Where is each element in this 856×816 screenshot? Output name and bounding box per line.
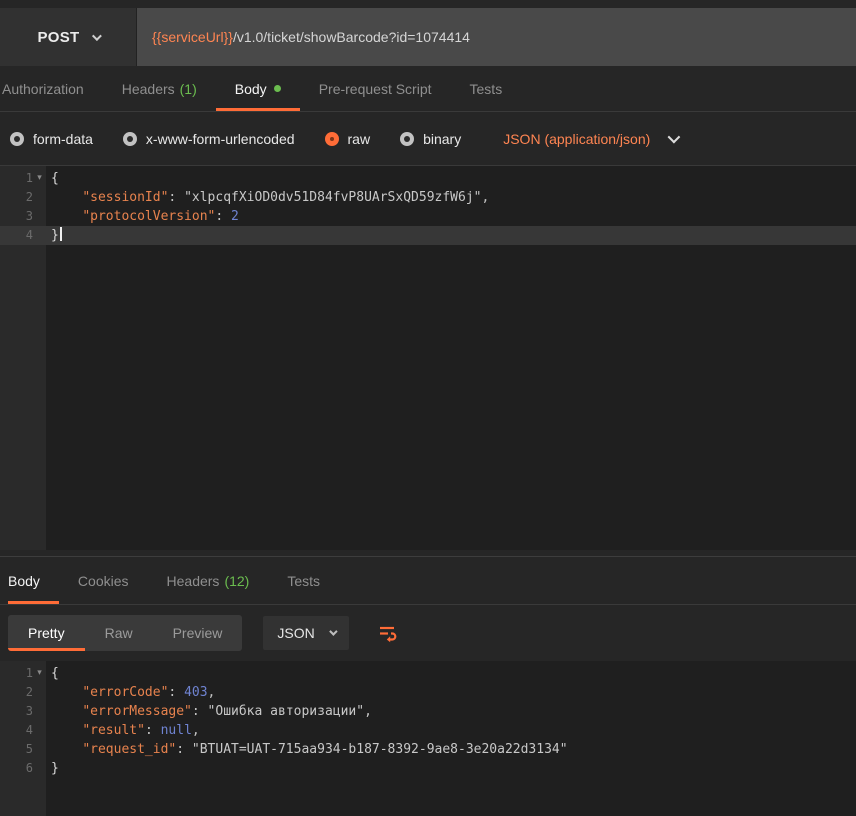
url-variable: {{serviceUrl}}	[152, 29, 233, 45]
code-line[interactable]: 3 "protocolVersion": 2	[0, 207, 856, 226]
code-text: }	[51, 761, 59, 776]
code-line[interactable]: 6}	[0, 759, 856, 778]
text-caret	[59, 227, 62, 241]
response-toolbar: Pretty Raw Preview JSON	[0, 605, 856, 661]
line-number-gutter: 1 ▾	[0, 169, 46, 188]
response-tab-cookies[interactable]: Cookies	[59, 557, 148, 604]
url-input[interactable]: {{serviceUrl}}/v1.0/ticket/showBarcode?i…	[137, 8, 856, 66]
response-headers-count-badge: (12)	[224, 572, 250, 589]
tab-headers[interactable]: Headers (1)	[103, 66, 216, 111]
radio-raw[interactable]: raw	[324, 131, 370, 147]
tab-label: Authorization	[2, 80, 84, 97]
code-text: }	[46, 226, 856, 245]
tab-tests[interactable]: Tests	[451, 66, 522, 111]
chevron-down-icon	[667, 130, 681, 144]
response-tab-tests[interactable]: Tests	[268, 557, 339, 604]
postman-window: POST {{serviceUrl}}/v1.0/ticket/showBarc…	[0, 0, 856, 816]
line-number-gutter: 2	[25, 190, 33, 204]
line-number-gutter: 5	[25, 742, 33, 756]
response-tab-body[interactable]: Body	[8, 557, 59, 604]
content-type-select[interactable]: JSON (application/json)	[503, 130, 681, 147]
response-format-select[interactable]: JSON	[262, 615, 350, 651]
line-number-gutter: 2	[25, 685, 33, 699]
method-label: POST	[37, 28, 80, 46]
code-text: "result": null,	[82, 723, 200, 738]
preview-view-button[interactable]: Preview	[153, 615, 243, 651]
method-selector[interactable]: POST	[0, 8, 137, 66]
chevron-down-icon	[91, 30, 102, 41]
code-text: "protocolVersion": 2	[82, 209, 239, 224]
body-filled-dot-icon	[273, 85, 281, 92]
line-number-gutter: 6	[25, 761, 33, 775]
tab-label: Pre-request Script	[318, 80, 432, 97]
radio-form-data[interactable]: form-data	[10, 131, 93, 147]
chevron-down-icon	[328, 627, 338, 636]
code-text: "request_id": "BTUAT=UAT-715aa934-b187-8…	[82, 742, 568, 757]
raw-view-button[interactable]: Raw	[85, 615, 153, 651]
radio-unselected-icon	[400, 131, 415, 146]
code-line[interactable]: 4 "result": null,	[0, 721, 856, 740]
tab-label: Cookies	[77, 572, 129, 589]
code-text: "errorMessage": "Ошибка авторизации",	[82, 704, 372, 719]
request-url-bar: POST {{serviceUrl}}/v1.0/ticket/showBarc…	[0, 8, 856, 66]
response-body-editor[interactable]: 1 ▾{2 "errorCode": 403, 3 "errorMessage": …	[0, 661, 856, 816]
view-label: Preview	[172, 625, 223, 641]
code-line[interactable]: 5 "request_id": "BTUAT=UAT-715aa934-b187…	[0, 740, 856, 759]
view-label: Raw	[104, 625, 133, 641]
wrap-lines-icon	[379, 626, 397, 643]
line-number-gutter: 4	[25, 723, 33, 737]
tab-body[interactable]: Body	[216, 66, 300, 111]
code-line[interactable]: 2 "sessionId": "xlpcqfXiOD0dv51D84fvP8UA…	[0, 188, 856, 207]
code-line[interactable]: 1 ▾ {	[0, 169, 856, 188]
code-line[interactable]: 2 "errorCode": 403,	[0, 683, 856, 702]
response-view-switch: Pretty Raw Preview	[8, 615, 243, 651]
radio-unselected-icon	[122, 131, 137, 146]
tab-label: Body	[234, 80, 267, 97]
line-number-gutter: 3	[25, 209, 33, 223]
tab-authorization[interactable]: Authorization	[0, 66, 103, 111]
request-tabs: Authorization Headers (1) Body Pre-reque…	[0, 66, 856, 112]
response-tab-headers[interactable]: Headers (12)	[148, 557, 269, 604]
wrap-lines-button[interactable]	[368, 615, 406, 651]
code-text: {	[51, 666, 59, 681]
code-line[interactable]: 4}	[0, 226, 856, 245]
radio-selected-icon	[324, 131, 339, 146]
code-text: {	[51, 171, 59, 186]
code-line[interactable]: 3 "errorMessage": "Ошибка авторизации",	[0, 702, 856, 721]
line-number-gutter: 4	[25, 228, 33, 242]
radio-x-www-form-urlencoded[interactable]: x-www-form-urlencoded	[122, 131, 295, 147]
response-tabs: Body Cookies Headers (12) Tests	[0, 556, 856, 605]
radio-binary[interactable]: binary	[400, 131, 461, 147]
pretty-view-button[interactable]: Pretty	[8, 615, 85, 651]
response-format-value: JSON	[277, 625, 315, 641]
fold-toggle-icon[interactable]: ▾	[33, 664, 46, 683]
code-text: "sessionId": "xlpcqfXiOD0dv51D84fvP8UArS…	[82, 190, 490, 205]
tab-label: Headers	[121, 80, 175, 97]
tab-label: Tests	[469, 80, 503, 97]
headers-count-badge: (1)	[179, 80, 197, 97]
line-number-gutter: 1 ▾	[0, 664, 46, 683]
tab-label: Headers	[166, 572, 220, 589]
tab-pre-request-script[interactable]: Pre-request Script	[300, 66, 451, 111]
view-label: Pretty	[28, 625, 65, 641]
request-body-editor[interactable]: 1 ▾ {2 "sessionId": "xlpcqfXiOD0dv51D84fvP…	[0, 166, 856, 550]
code-line[interactable]: 1 ▾ {	[0, 664, 856, 683]
body-type-bar: form-data x-www-form-urlencoded raw bina…	[0, 112, 856, 166]
tab-label: Body	[8, 572, 40, 589]
fold-toggle-icon[interactable]: ▾	[33, 169, 46, 188]
code-text: "errorCode": 403,	[82, 685, 216, 700]
radio-unselected-icon	[10, 131, 24, 146]
tab-label: Tests	[287, 572, 321, 589]
content-type-value: JSON (application/json)	[503, 130, 651, 147]
line-number-gutter: 3	[25, 704, 33, 718]
url-path: /v1.0/ticket/showBarcode?id=1074414	[232, 29, 470, 45]
